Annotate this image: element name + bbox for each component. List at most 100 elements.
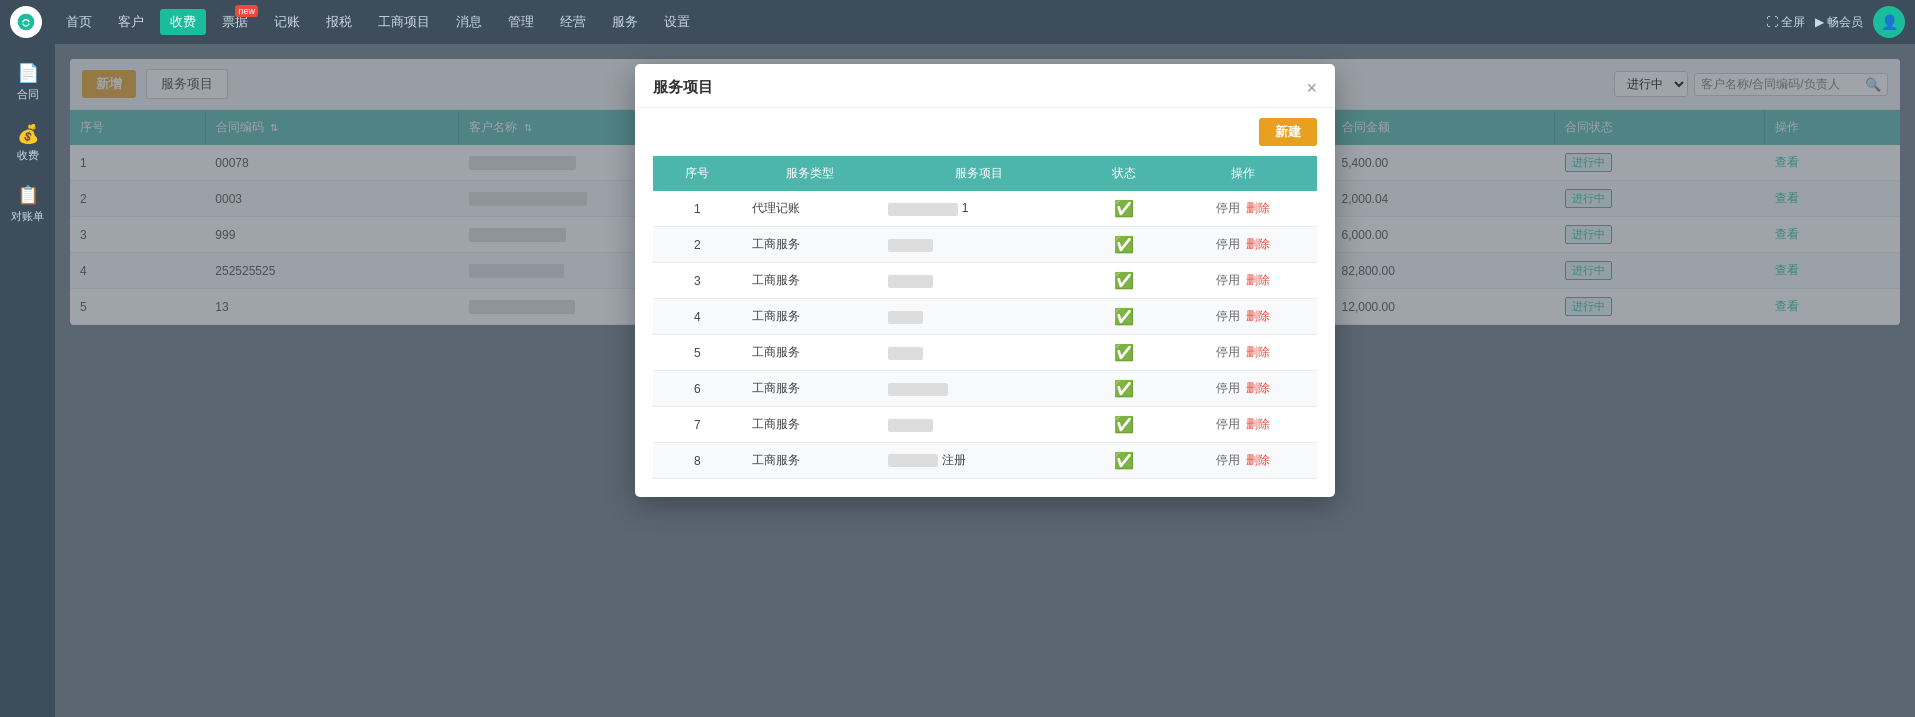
- charge-icon: 💰: [17, 123, 39, 145]
- mcell-seq: 7: [653, 407, 742, 443]
- nav-service[interactable]: 服务: [602, 9, 648, 35]
- mcell-status: ✅: [1080, 443, 1169, 479]
- mcell-item: 1: [878, 191, 1079, 227]
- mth-seq: 序号: [653, 156, 742, 191]
- modal-header: 服务项目 ×: [635, 64, 1335, 108]
- service-modal: 服务项目 × 新建 序号 服务类型 服务项目 状态: [635, 64, 1335, 497]
- delete-button[interactable]: 删除: [1246, 236, 1270, 253]
- modal-overlay: 服务项目 × 新建 序号 服务类型 服务项目 状态: [55, 44, 1915, 717]
- app-logo: [10, 6, 42, 38]
- user-avatar[interactable]: 👤: [1873, 6, 1905, 38]
- stop-button[interactable]: 停用: [1216, 200, 1240, 217]
- stop-button[interactable]: 停用: [1216, 344, 1240, 361]
- mcell-actions: 停用 删除: [1168, 191, 1317, 227]
- modal-table-row: 7 工商服务 ✅ 停用 删除: [653, 407, 1317, 443]
- mcell-actions: 停用 删除: [1168, 407, 1317, 443]
- stop-button[interactable]: 停用: [1216, 236, 1240, 253]
- modal-title: 服务项目: [653, 78, 713, 97]
- member-button[interactable]: ▶ 畅会员: [1815, 14, 1863, 31]
- sidebar-item-statement[interactable]: 📋 对账单: [3, 176, 53, 232]
- stop-button[interactable]: 停用: [1216, 380, 1240, 397]
- mth-status: 状态: [1080, 156, 1169, 191]
- top-navigation: 首页 客户 收费 票据 new 记账 报税 工商项目 消息 管理 经营 服务 设…: [0, 0, 1915, 44]
- mcell-type: 工商服务: [742, 443, 879, 479]
- mcell-status: ✅: [1080, 299, 1169, 335]
- mcell-actions: 停用 删除: [1168, 335, 1317, 371]
- modal-header-row: 序号 服务类型 服务项目 状态 操作: [653, 156, 1317, 191]
- delete-button[interactable]: 删除: [1246, 272, 1270, 289]
- sidebar-item-contract[interactable]: 📄 合同: [3, 54, 53, 110]
- nav-charge[interactable]: 收费: [160, 9, 206, 35]
- delete-button[interactable]: 删除: [1246, 344, 1270, 361]
- mcell-status: ✅: [1080, 371, 1169, 407]
- delete-button[interactable]: 删除: [1246, 416, 1270, 433]
- delete-button[interactable]: 删除: [1246, 308, 1270, 325]
- modal-table-row: 6 工商服务 ✅ 停用 删除: [653, 371, 1317, 407]
- nav-message[interactable]: 消息: [446, 9, 492, 35]
- mcell-seq: 3: [653, 263, 742, 299]
- nav-invoice[interactable]: 票据 new: [212, 9, 258, 35]
- mcell-actions: 停用 删除: [1168, 299, 1317, 335]
- modal-toolbar: 新建: [653, 118, 1317, 146]
- mcell-item: 注册: [878, 443, 1079, 479]
- sidebar-item-charge[interactable]: 💰 收费: [3, 115, 53, 171]
- mcell-type: 工商服务: [742, 371, 879, 407]
- nav-client[interactable]: 客户: [108, 9, 154, 35]
- stop-button[interactable]: 停用: [1216, 452, 1240, 469]
- stop-button[interactable]: 停用: [1216, 308, 1240, 325]
- modal-table-row: 5 工商服务 ✅ 停用 删除: [653, 335, 1317, 371]
- mth-item: 服务项目: [878, 156, 1079, 191]
- mcell-seq: 4: [653, 299, 742, 335]
- fullscreen-button[interactable]: ⛶ 全屏: [1766, 14, 1805, 31]
- modal-table-row: 8 工商服务 注册 ✅ 停用 删除: [653, 443, 1317, 479]
- new-badge: new: [235, 5, 258, 17]
- mcell-item: [878, 227, 1079, 263]
- mcell-item: [878, 335, 1079, 371]
- sidebar: 📄 合同 💰 收费 📋 对账单: [0, 44, 55, 717]
- mcell-actions: 停用 删除: [1168, 371, 1317, 407]
- nav-business[interactable]: 工商项目: [368, 9, 440, 35]
- stop-button[interactable]: 停用: [1216, 272, 1240, 289]
- modal-table-row: 1 代理记账 1 ✅ 停用 删除: [653, 191, 1317, 227]
- content-area: 新增 服务项目 进行中 🔍 序号 合同编码 ⇅: [55, 44, 1915, 717]
- mth-action: 操作: [1168, 156, 1317, 191]
- modal-new-button[interactable]: 新建: [1259, 118, 1317, 146]
- nav-bookkeeping[interactable]: 记账: [264, 9, 310, 35]
- mcell-seq: 1: [653, 191, 742, 227]
- nav-home[interactable]: 首页: [56, 9, 102, 35]
- nav-right-area: ⛶ 全屏 ▶ 畅会员 👤: [1766, 6, 1905, 38]
- nav-tax[interactable]: 报税: [316, 9, 362, 35]
- svg-point-0: [18, 14, 35, 31]
- mcell-seq: 6: [653, 371, 742, 407]
- mcell-seq: 5: [653, 335, 742, 371]
- fullscreen-icon: ⛶: [1766, 15, 1778, 29]
- modal-table-row: 2 工商服务 ✅ 停用 删除: [653, 227, 1317, 263]
- nav-manage[interactable]: 管理: [498, 9, 544, 35]
- mcell-type: 工商服务: [742, 227, 879, 263]
- delete-button[interactable]: 删除: [1246, 200, 1270, 217]
- mcell-type: 代理记账: [742, 191, 879, 227]
- mcell-type: 工商服务: [742, 299, 879, 335]
- modal-table-row: 4 工商服务 ✅ 停用 删除: [653, 299, 1317, 335]
- delete-button[interactable]: 删除: [1246, 380, 1270, 397]
- contract-icon: 📄: [17, 62, 39, 84]
- mcell-status: ✅: [1080, 263, 1169, 299]
- modal-body: 新建 序号 服务类型 服务项目 状态 操作: [635, 108, 1335, 497]
- mcell-status: ✅: [1080, 227, 1169, 263]
- mcell-status: ✅: [1080, 407, 1169, 443]
- nav-settings[interactable]: 设置: [654, 9, 700, 35]
- stop-button[interactable]: 停用: [1216, 416, 1240, 433]
- nav-operation[interactable]: 经营: [550, 9, 596, 35]
- delete-button[interactable]: 删除: [1246, 452, 1270, 469]
- mcell-status: ✅: [1080, 191, 1169, 227]
- mcell-type: 工商服务: [742, 335, 879, 371]
- mcell-item: [878, 371, 1079, 407]
- modal-table-row: 3 工商服务 ✅ 停用 删除: [653, 263, 1317, 299]
- mcell-item: [878, 263, 1079, 299]
- modal-close-button[interactable]: ×: [1306, 79, 1317, 97]
- modal-table: 序号 服务类型 服务项目 状态 操作 1 代理记账 1: [653, 156, 1317, 479]
- mcell-item: [878, 407, 1079, 443]
- mcell-actions: 停用 删除: [1168, 263, 1317, 299]
- mcell-seq: 8: [653, 443, 742, 479]
- member-icon: ▶: [1815, 15, 1824, 29]
